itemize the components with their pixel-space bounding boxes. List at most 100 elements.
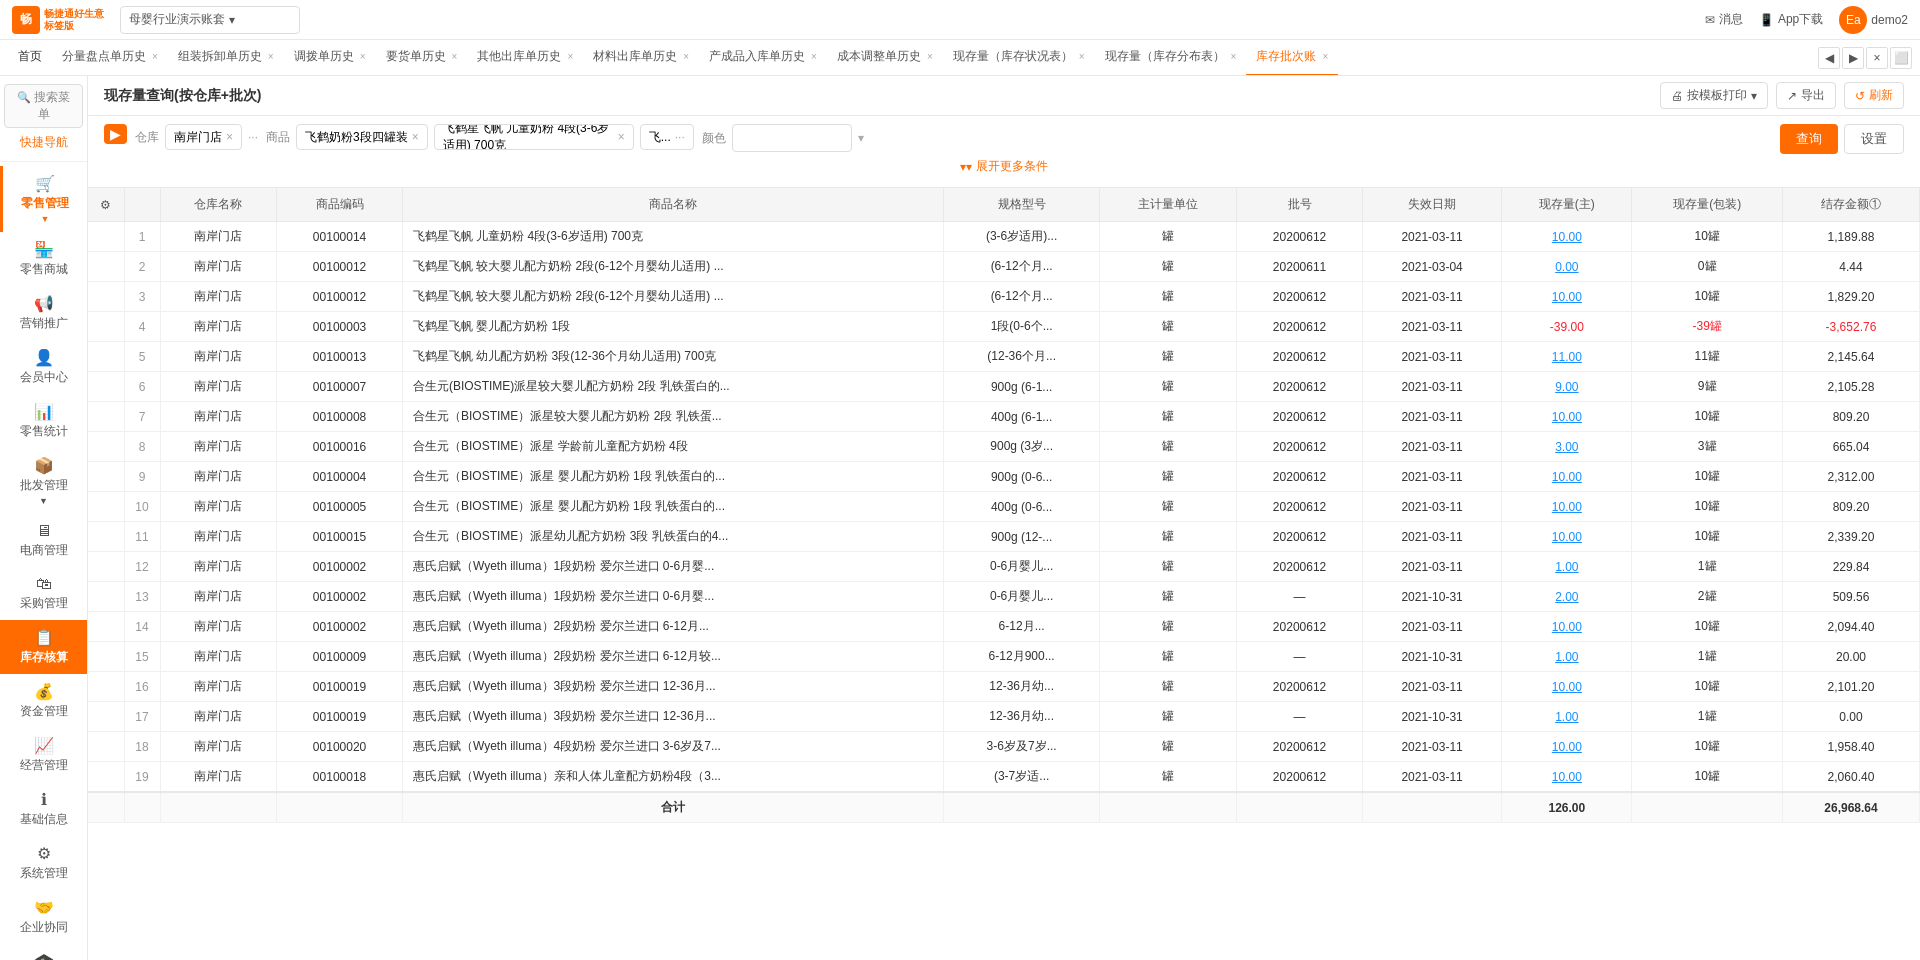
row-qty-main[interactable]: 0.00	[1502, 252, 1632, 282]
row-batch: 20200612	[1237, 312, 1363, 342]
row-qty-main[interactable]: 3.00	[1502, 432, 1632, 462]
row-qty-main[interactable]: 10.00	[1502, 282, 1632, 312]
goods-tag-2-close[interactable]: ×	[618, 130, 625, 144]
tab-5[interactable]: 其他出库单历史 ×	[467, 40, 583, 76]
setting-btn[interactable]: 设置	[1844, 124, 1904, 154]
row-qty-main[interactable]: 10.00	[1502, 462, 1632, 492]
tab-6[interactable]: 材料出库单历史 ×	[583, 40, 699, 76]
row-qty-main[interactable]: 10.00	[1502, 402, 1632, 432]
row-unit: 罐	[1100, 402, 1237, 432]
sidebar-item-ecommerce[interactable]: 🖥 电商管理	[0, 514, 87, 567]
row-unit: 罐	[1100, 312, 1237, 342]
row-qty-main[interactable]: 10.00	[1502, 762, 1632, 793]
sidebar-search-btn[interactable]: 🔍 搜索菜单	[4, 84, 83, 128]
sidebar: 🔍 搜索菜单 快捷导航 🛒 零售管理 ▼ 🏪 零售商城 📢 营销推广 👤	[0, 76, 88, 960]
industry-select[interactable]: 母婴行业演示账套 ▾	[120, 6, 300, 34]
row-qty-main[interactable]: 10.00	[1502, 612, 1632, 642]
tab-home[interactable]: 首页	[8, 40, 52, 76]
sidebar-item-basic-info[interactable]: ℹ 基础信息	[0, 782, 87, 836]
row-batch: 20200612	[1237, 432, 1363, 462]
row-gear	[88, 372, 124, 402]
nav-next-arrow[interactable]: ▶	[1842, 47, 1864, 69]
expire-header: 失效日期	[1362, 188, 1501, 222]
tab-close-active[interactable]: ×	[1322, 51, 1328, 62]
sidebar-item-guide[interactable]: 🎓 新手引导	[0, 944, 87, 960]
sidebar-item-wholesale[interactable]: 📦 批发管理 ▼	[0, 448, 87, 514]
quick-nav-btn[interactable]: 快捷导航	[4, 128, 83, 153]
tab-close-2[interactable]: ×	[268, 51, 274, 62]
tab-close-9[interactable]: ×	[1079, 51, 1085, 62]
row-qty-main[interactable]: 10.00	[1502, 522, 1632, 552]
filter-prev-btn[interactable]: ▶	[104, 124, 127, 144]
row-qty-main[interactable]: 1.00	[1502, 642, 1632, 672]
tab-8[interactable]: 成本调整单历史 ×	[827, 40, 943, 76]
sidebar-item-marketing[interactable]: 📢 营销推广	[0, 286, 87, 340]
tab-close-6[interactable]: ×	[683, 51, 689, 62]
sidebar-item-inventory[interactable]: 📋 库存核算	[0, 620, 87, 674]
tab-close-3[interactable]: ×	[360, 51, 366, 62]
row-spec: 900g (3岁...	[944, 432, 1100, 462]
goods-tag-1[interactable]: 飞鹤奶粉3段四罐装 ×	[296, 124, 428, 150]
tab-close-4[interactable]: ×	[452, 51, 458, 62]
color-input[interactable]	[732, 124, 852, 152]
tab-close-5[interactable]: ×	[567, 51, 573, 62]
tab-1[interactable]: 分量盘点单历史 ×	[52, 40, 168, 76]
row-qty-main[interactable]: 9.00	[1502, 372, 1632, 402]
gear-header[interactable]: ⚙	[88, 188, 124, 222]
sidebar-item-operations[interactable]: 📈 经营管理	[0, 728, 87, 782]
tab-7[interactable]: 产成品入库单历史 ×	[699, 40, 827, 76]
user-profile[interactable]: Ea demo2	[1839, 6, 1908, 34]
row-qty-main[interactable]: 1.00	[1502, 552, 1632, 582]
tab-2[interactable]: 组装拆卸单历史 ×	[168, 40, 284, 76]
nav-prev-arrow[interactable]: ◀	[1818, 47, 1840, 69]
warehouse-dots[interactable]: ···	[248, 130, 258, 144]
sidebar-item-finance[interactable]: 💰 资金管理	[0, 674, 87, 728]
table-row: 19 南岸门店 00100018 惠氏启赋（Wyeth illuma）亲和人体儿…	[88, 762, 1920, 793]
sidebar-item-retail-mgmt[interactable]: 🛒 零售管理 ▼	[0, 166, 87, 232]
row-qty-pkg: -39罐	[1632, 312, 1782, 342]
tab-close-7[interactable]: ×	[811, 51, 817, 62]
warehouse-tag[interactable]: 南岸门店 ×	[165, 124, 242, 150]
tab-3[interactable]: 调拨单历史 ×	[284, 40, 376, 76]
template-print-btn[interactable]: 🖨 按模板打印 ▾	[1660, 82, 1768, 109]
goods-more-dots[interactable]: ···	[675, 130, 685, 144]
row-qty-main[interactable]: 10.00	[1502, 672, 1632, 702]
sidebar-item-retail-mall[interactable]: 🏪 零售商城	[0, 232, 87, 286]
tab-close-8[interactable]: ×	[927, 51, 933, 62]
query-btn[interactable]: 查询	[1780, 124, 1838, 154]
expand-conditions-btn[interactable]: ▾▾ 展开更多条件	[104, 154, 1904, 179]
row-qty-main[interactable]: 1.00	[1502, 702, 1632, 732]
tab-10[interactable]: 现存量（库存分布表） ×	[1095, 40, 1247, 76]
goods-tag-3[interactable]: 飞... ···	[640, 124, 694, 150]
sidebar-item-purchase[interactable]: 🛍 采购管理	[0, 567, 87, 620]
app-download-btn[interactable]: 📱 App下载	[1759, 11, 1823, 28]
tab-active[interactable]: 库存批次账 ×	[1246, 40, 1338, 76]
row-warehouse: 南岸门店	[160, 702, 277, 732]
row-balance: -3,652.76	[1782, 312, 1919, 342]
row-qty-main[interactable]: 10.00	[1502, 732, 1632, 762]
row-unit: 罐	[1100, 762, 1237, 793]
goods-tag-1-close[interactable]: ×	[412, 130, 419, 144]
sidebar-item-collab[interactable]: 🤝 企业协同	[0, 890, 87, 944]
row-gear	[88, 252, 124, 282]
color-dropdown-arrow[interactable]: ▾	[858, 131, 864, 145]
warehouse-tag-close[interactable]: ×	[226, 130, 233, 144]
nav-more-tab[interactable]: ⬜	[1890, 47, 1912, 69]
tab-9[interactable]: 现存量（库存状况表） ×	[943, 40, 1095, 76]
sidebar-item-retail-stats[interactable]: 📊 零售统计	[0, 394, 87, 448]
tab-4[interactable]: 要货单历史 ×	[376, 40, 468, 76]
export-btn[interactable]: ↗ 导出	[1776, 82, 1836, 109]
sidebar-item-members[interactable]: 👤 会员中心	[0, 340, 87, 394]
tab-close-1[interactable]: ×	[152, 51, 158, 62]
tab-close-10[interactable]: ×	[1231, 51, 1237, 62]
row-qty-main[interactable]: 10.00	[1502, 222, 1632, 252]
row-qty-main[interactable]: 2.00	[1502, 582, 1632, 612]
message-btn[interactable]: ✉ 消息	[1705, 11, 1743, 28]
row-batch: 20200612	[1237, 522, 1363, 552]
sidebar-item-system[interactable]: ⚙ 系统管理	[0, 836, 87, 890]
row-qty-main[interactable]: 10.00	[1502, 492, 1632, 522]
row-qty-main[interactable]: 11.00	[1502, 342, 1632, 372]
goods-tag-2[interactable]: 飞鹤星飞帆 儿童奶粉 4段(3-6岁适用) 700克 ×	[434, 124, 634, 150]
refresh-btn[interactable]: ↺ 刷新	[1844, 82, 1904, 109]
nav-close-tab[interactable]: ×	[1866, 47, 1888, 69]
